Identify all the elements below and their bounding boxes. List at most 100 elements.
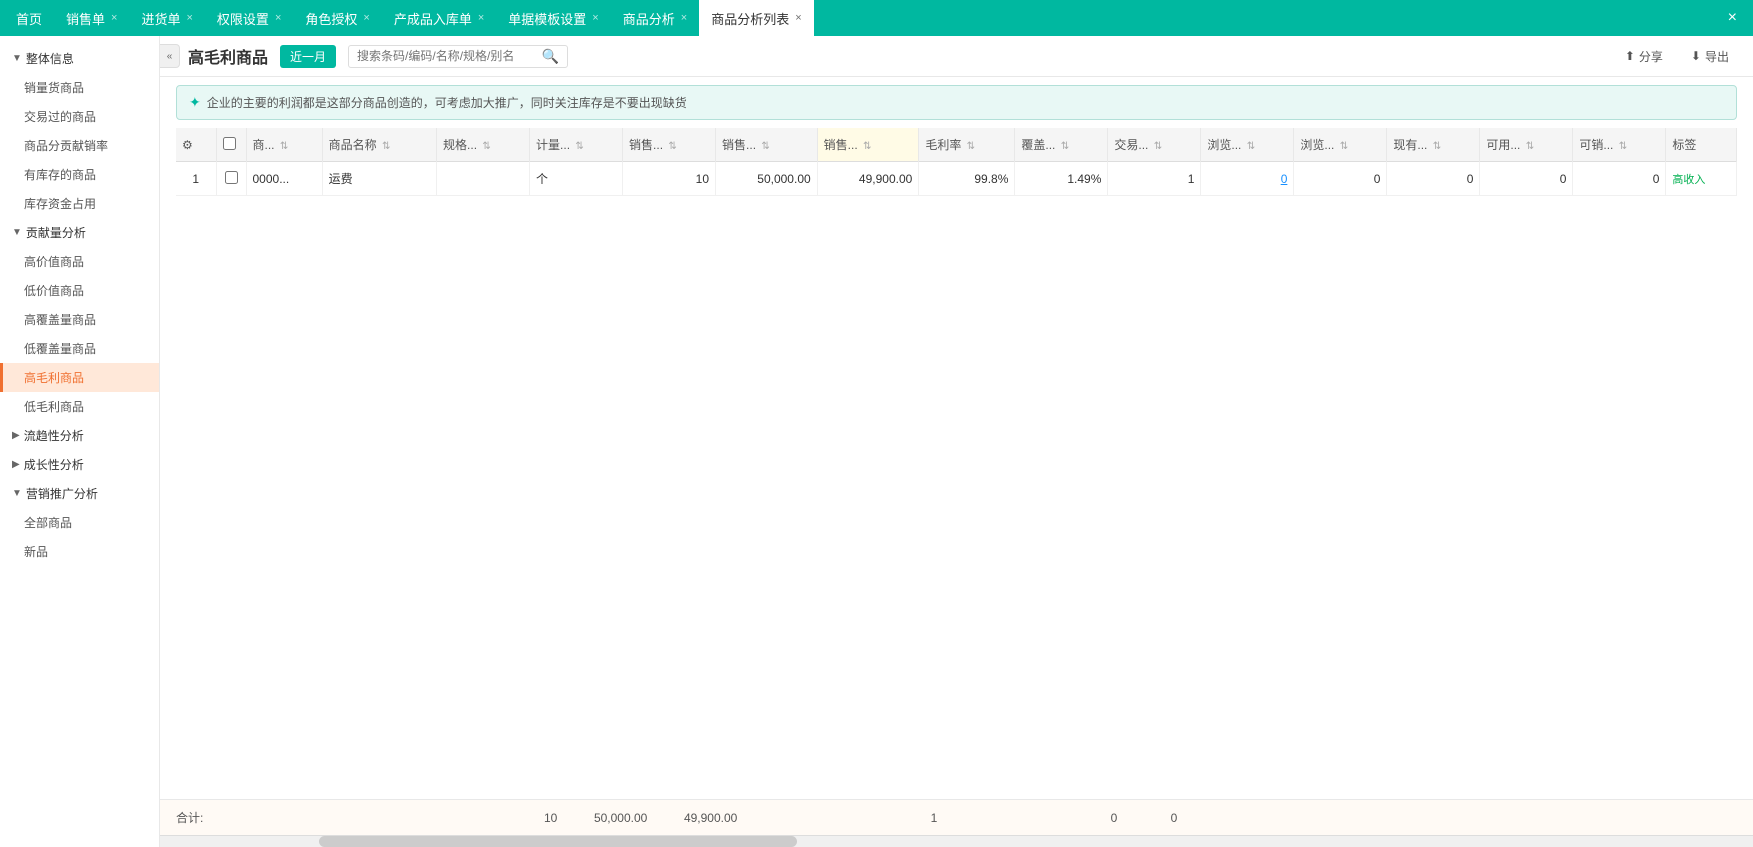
th-browse1[interactable]: 浏览... ⇅ xyxy=(1201,128,1294,162)
scrollbar-thumb[interactable] xyxy=(319,836,797,847)
footer-sales-amount: 50,000.00 xyxy=(563,811,653,825)
page-title: 高毛利商品 xyxy=(188,44,268,68)
td-sales-amount: 50,000.00 xyxy=(716,162,818,196)
sidebar-item-traded[interactable]: 交易过的商品 xyxy=(0,102,159,131)
sidebar-item-in-stock[interactable]: 有库存的商品 xyxy=(0,160,159,189)
nav-product-inbound[interactable]: 产成品入库单 × xyxy=(382,0,496,36)
sidebar-item-low-value[interactable]: 低价值商品 xyxy=(0,276,159,305)
export-btn[interactable]: ⬇ 导出 xyxy=(1683,45,1737,68)
th-unit[interactable]: 计量... ⇅ xyxy=(530,128,623,162)
nav-purchase-order[interactable]: 进货单 × xyxy=(129,0,204,36)
footer-sales-qty: 10 xyxy=(503,811,563,825)
th-settings[interactable]: ⚙ xyxy=(176,128,216,162)
nav-role[interactable]: 角色授权 × xyxy=(293,0,381,36)
row-checkbox[interactable] xyxy=(225,171,238,184)
search-input[interactable] xyxy=(357,49,542,63)
sidebar-group-marketing[interactable]: ▼ 营销推广分析 xyxy=(0,479,159,508)
sidebar: ▼ 整体信息 销量货商品 交易过的商品 商品分贡献销率 有库存的商品 库存资金占… xyxy=(0,36,160,847)
td-checkbox[interactable] xyxy=(216,162,246,196)
sidebar-item-high-value[interactable]: 高价值商品 xyxy=(0,247,159,276)
nav-product-analysis[interactable]: 商品分析 × xyxy=(611,0,699,36)
settings-icon[interactable]: ⚙ xyxy=(182,138,193,152)
close-product-inbound[interactable]: × xyxy=(478,12,484,24)
arrow-trend: ▶ xyxy=(12,430,20,441)
td-available-stock: 0 xyxy=(1480,162,1573,196)
th-coverage[interactable]: 覆盖... ⇅ xyxy=(1015,128,1108,162)
search-icon[interactable]: 🔍 xyxy=(542,48,559,65)
td-code: 0000... xyxy=(246,162,322,196)
sidebar-item-all-products[interactable]: 全部商品 xyxy=(0,508,159,537)
close-sales-order[interactable]: × xyxy=(111,12,117,24)
nav-product-analysis-list[interactable]: 商品分析列表 × xyxy=(699,0,813,36)
select-all-checkbox[interactable] xyxy=(223,137,236,150)
sidebar-item-new-products[interactable]: 新品 xyxy=(0,537,159,566)
footer-values: 10 50,000.00 49,900.00 1 0 0 xyxy=(223,811,1737,825)
th-tag[interactable]: 标签 xyxy=(1666,128,1737,162)
sort-sales-qty-icon: ⇅ xyxy=(668,141,676,152)
top-nav: 首页 销售单 × 进货单 × 权限设置 × 角色授权 × 产成品入库单 × 单据… xyxy=(0,0,1753,36)
sidebar-group-growth[interactable]: ▶ 成长性分析 xyxy=(0,450,159,479)
td-browse2: 0 xyxy=(1294,162,1387,196)
sidebar-collapse-btn[interactable]: « xyxy=(160,44,180,68)
sort-current-stock-icon: ⇅ xyxy=(1433,141,1441,152)
share-btn[interactable]: ⬆ 分享 xyxy=(1617,45,1671,68)
th-gross-margin[interactable]: 毛利率 ⇅ xyxy=(919,128,1015,162)
th-sales-profit[interactable]: 销售... ⇅ xyxy=(817,128,919,162)
close-template[interactable]: × xyxy=(592,12,598,24)
th-browse2[interactable]: 浏览... ⇅ xyxy=(1294,128,1387,162)
sort-browse1-icon: ⇅ xyxy=(1247,141,1255,152)
nav-permission[interactable]: 权限设置 × xyxy=(205,0,293,36)
sort-sales-amount-icon: ⇅ xyxy=(761,141,769,152)
sidebar-item-bestseller[interactable]: 销量货商品 xyxy=(0,73,159,102)
sort-name-icon: ⇅ xyxy=(382,141,390,152)
th-code[interactable]: 商... ⇅ xyxy=(246,128,322,162)
sort-browse2-icon: ⇅ xyxy=(1340,141,1348,152)
filter-recent-month-btn[interactable]: 近一月 xyxy=(280,45,336,68)
th-checkbox[interactable] xyxy=(216,128,246,162)
th-name[interactable]: 商品名称 ⇅ xyxy=(322,128,436,162)
sidebar-item-low-margin[interactable]: 低毛利商品 xyxy=(0,392,159,421)
th-current-stock[interactable]: 现有... ⇅ xyxy=(1387,128,1480,162)
close-product-analysis[interactable]: × xyxy=(681,12,687,24)
search-box: 🔍 xyxy=(348,45,568,68)
th-sales-amount[interactable]: 销售... ⇅ xyxy=(716,128,818,162)
close-all-btn[interactable]: × xyxy=(1716,9,1749,27)
th-available-stock[interactable]: 可用... ⇅ xyxy=(1480,128,1573,162)
sort-code-icon: ⇅ xyxy=(280,141,288,152)
bottom-scrollbar[interactable] xyxy=(160,835,1753,847)
sort-available-stock-icon: ⇅ xyxy=(1526,141,1534,152)
arrow-growth: ▶ xyxy=(12,459,20,470)
sidebar-item-stock-capital[interactable]: 库存资金占用 xyxy=(0,189,159,218)
nav-template[interactable]: 单据模板设置 × xyxy=(496,0,610,36)
td-current-stock: 0 xyxy=(1387,162,1480,196)
td-unit: 个 xyxy=(530,162,623,196)
th-transaction[interactable]: 交易... ⇅ xyxy=(1108,128,1201,162)
close-role[interactable]: × xyxy=(363,12,369,24)
td-spec xyxy=(437,162,530,196)
th-spec[interactable]: 规格... ⇅ xyxy=(437,128,530,162)
nav-home[interactable]: 首页 xyxy=(4,0,54,36)
footer-label: 合计: xyxy=(176,809,203,826)
sidebar-item-contribution[interactable]: 商品分贡献销率 xyxy=(0,131,159,160)
close-permission[interactable]: × xyxy=(275,12,281,24)
sidebar-item-high-coverage[interactable]: 高覆盖量商品 xyxy=(0,305,159,334)
footer-sales-profit: 49,900.00 xyxy=(653,811,743,825)
sidebar-group-trend[interactable]: ▶ 流趋性分析 xyxy=(0,421,159,450)
th-sales-qty[interactable]: 销售... ⇅ xyxy=(623,128,716,162)
th-saleable-stock[interactable]: 可销... ⇅ xyxy=(1573,128,1666,162)
footer-available-stock: 0 xyxy=(1123,811,1183,825)
sidebar-group-overall[interactable]: ▼ 整体信息 xyxy=(0,44,159,73)
sidebar-group-contribution[interactable]: ▼ 贡献量分析 xyxy=(0,218,159,247)
close-product-analysis-list[interactable]: × xyxy=(795,12,801,24)
sidebar-item-high-margin[interactable]: 高毛利商品 xyxy=(0,363,159,392)
arrow-contribution: ▼ xyxy=(12,227,22,238)
sidebar-item-low-coverage[interactable]: 低覆盖量商品 xyxy=(0,334,159,363)
table-row: 1 0000... 运费 个 10 50,000.00 49,900.00 99… xyxy=(176,162,1737,196)
td-transaction: 1 xyxy=(1108,162,1201,196)
td-coverage: 1.49% xyxy=(1015,162,1108,196)
footer-transaction: 1 xyxy=(883,811,943,825)
nav-sales-order[interactable]: 销售单 × xyxy=(54,0,129,36)
close-purchase-order[interactable]: × xyxy=(186,12,192,24)
td-browse1[interactable]: 0 xyxy=(1201,162,1294,196)
info-icon: ✦ xyxy=(189,94,201,111)
